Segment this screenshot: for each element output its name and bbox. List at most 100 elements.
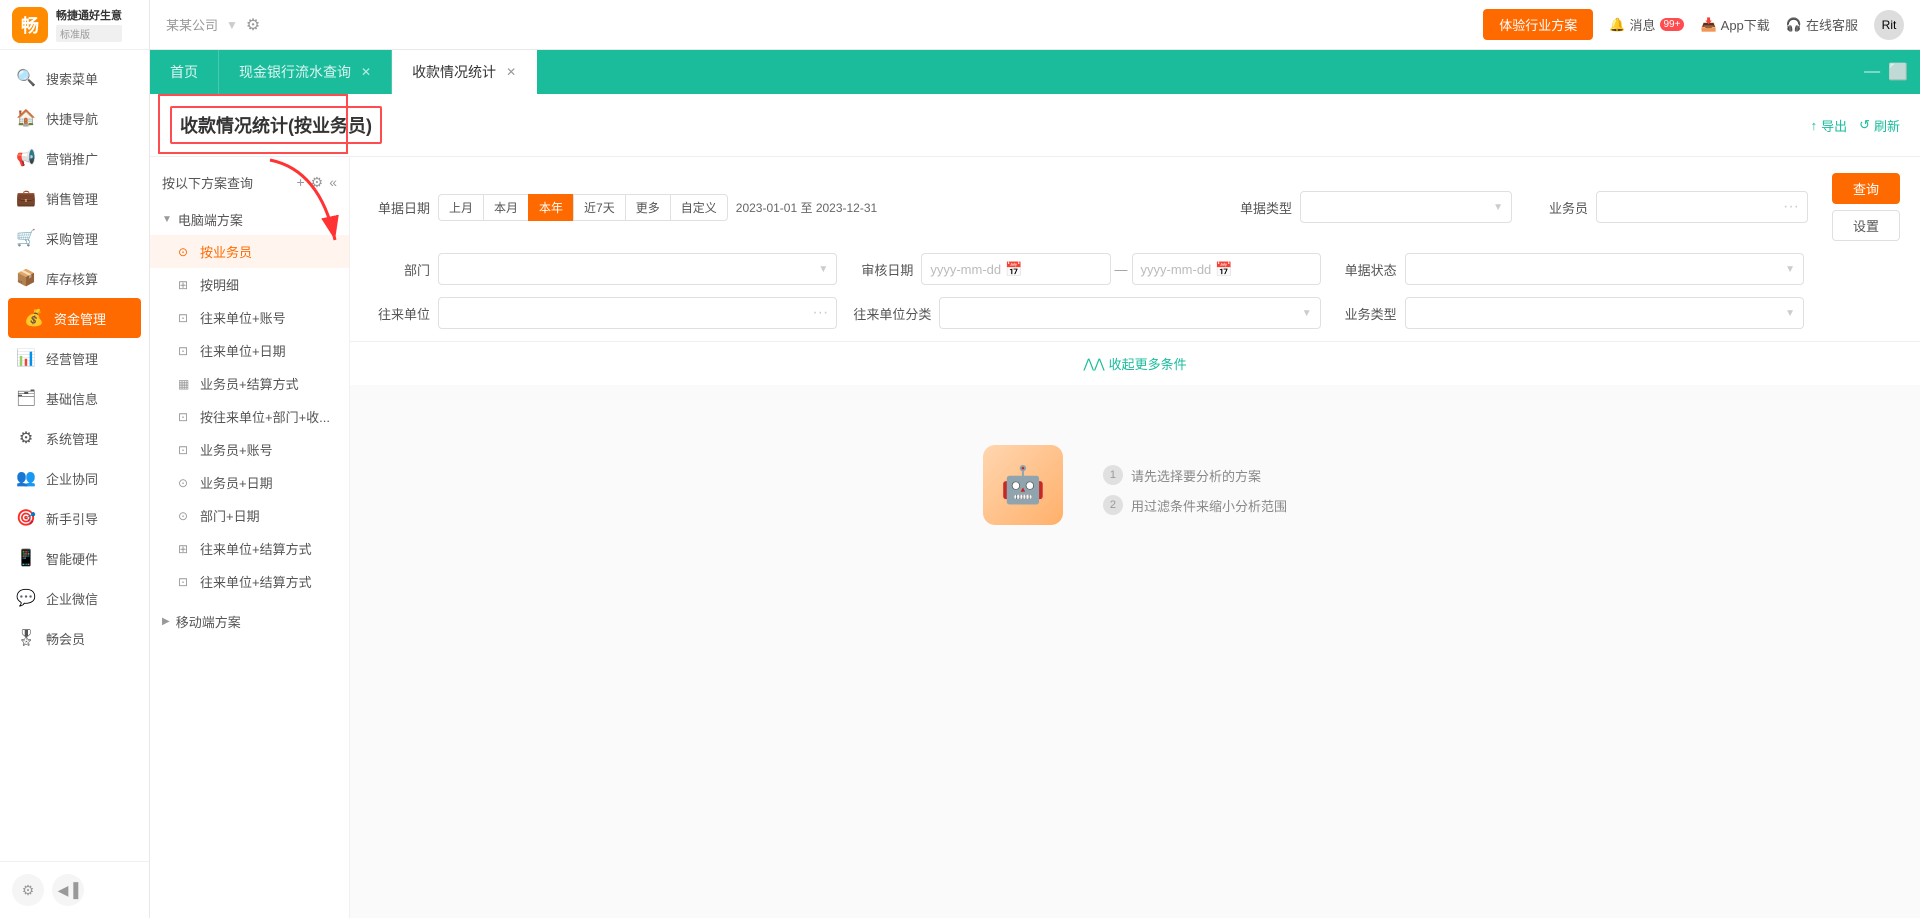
date-tab-7days[interactable]: 近7天 [573,194,625,221]
sidebar-item-search[interactable]: 🔍 搜索菜单 [0,58,149,98]
sidebar-item-finance[interactable]: 💰 资金管理 [8,298,141,338]
tab-collection-stats-close-icon[interactable]: ✕ [506,65,516,79]
tab-bank-flow-close-icon[interactable]: ✕ [361,65,371,79]
scheme-item-dept-date[interactable]: ⊙ 部门+日期 [150,499,349,532]
dept-label: 部门 [370,260,430,279]
notification-btn[interactable]: 🔔 消息 99+ [1609,15,1684,34]
app-download-btn[interactable]: 📥 App下载 [1700,15,1769,34]
partner-category-select[interactable]: ▼ [939,297,1320,329]
scheme-item-sp-account[interactable]: ⊡ 业务员+账号 [150,433,349,466]
sidebar-item-sales[interactable]: 💼 销售管理 [0,178,149,218]
sidebar-item-marketing[interactable]: 📢 营销推广 [0,138,149,178]
tab-maximize-icon[interactable]: ⬜ [1888,62,1908,82]
salesperson-input[interactable]: ··· [1596,191,1808,223]
trial-button[interactable]: 体验行业方案 [1483,9,1593,40]
date-tab-more[interactable]: 更多 [625,194,670,221]
scheme-settings-icon[interactable]: ⚙ [311,174,324,191]
scheme-item-salesperson-payment[interactable]: ▦ 业务员+结算方式 [150,367,349,400]
scheme-group-desktop-header[interactable]: ▼ 电脑端方案 [150,204,349,235]
home-icon: 🏠 [16,108,36,128]
review-date-start-input[interactable]: yyyy-mm-dd 📅 [921,253,1110,285]
scheme-item-label-partner-account: 往来单位+账号 [200,308,286,327]
settings-button[interactable]: 设置 [1832,210,1900,241]
query-button[interactable]: 查询 [1832,173,1900,204]
scheme-item-partner-date[interactable]: ⊡ 往来单位+日期 [150,334,349,367]
tab-actions: — ⬜ [1852,62,1920,82]
tab-collection-stats[interactable]: 收款情况统计 ✕ [392,50,537,94]
scheme-group-mobile-header[interactable]: ▶ 移动端方案 [150,606,349,637]
date-tab-this-month[interactable]: 本月 [483,194,528,221]
online-service-btn[interactable]: 🎧 在线客服 [1786,15,1858,34]
review-date-range: yyyy-mm-dd 📅 — yyyy-mm-dd 📅 [921,253,1320,285]
export-button[interactable]: ↑ 导出 [1811,116,1848,135]
header-settings-icon[interactable]: ⚙ [246,15,260,35]
scheme-item-partner-payment2[interactable]: ⊡ 往来单位+结算方式 [150,565,349,598]
tab-bank-flow[interactable]: 现金银行流水查询 ✕ [219,50,392,94]
scheme-add-icon[interactable]: + [296,174,304,191]
sidebar-item-wechat[interactable]: 💬 企业微信 [0,578,149,618]
sidebar-item-purchase[interactable]: 🛒 采购管理 [0,218,149,258]
sidebar-item-inventory[interactable]: 📦 库存核算 [0,258,149,298]
scheme-item-icon-partner-dept: ⊡ [178,410,194,424]
scheme-collapse-icon[interactable]: « [329,174,337,191]
collapse-more-bar[interactable]: ⋀⋀ 收起更多条件 [350,341,1920,385]
doc-type-field: 单据类型 ▼ [1232,191,1512,223]
dept-field: 部门 ▼ [370,253,837,285]
scheme-item-detail[interactable]: ⊞ 按明细 [150,268,349,301]
sidebar-item-member[interactable]: 🎖 畅会员 [0,618,149,658]
scheme-item-icon-partner-payment1: ⊞ [178,542,194,556]
sidebar-label-operations: 经营管理 [46,349,98,368]
tab-home[interactable]: 首页 [150,50,219,94]
sidebar-label-sales: 销售管理 [46,189,98,208]
scheme-group-mobile-label: 移动端方案 [176,612,241,631]
sidebar-item-guide[interactable]: 🎯 新手引导 [0,498,149,538]
refresh-button[interactable]: ↺ 刷新 [1859,116,1900,135]
dept-select[interactable]: ▼ [438,253,837,285]
sidebar-item-collab[interactable]: 👥 企业协同 [0,458,149,498]
scheme-item-label-partner-payment2: 往来单位+结算方式 [200,572,312,591]
scheme-item-partner-account[interactable]: ⊡ 往来单位+账号 [150,301,349,334]
sidebar-item-quick-nav[interactable]: 🏠 快捷导航 [0,98,149,138]
review-date-label: 审核日期 [853,260,913,279]
scheme-item-partner-payment1[interactable]: ⊞ 往来单位+结算方式 [150,532,349,565]
sidebar-item-hardware[interactable]: 📱 智能硬件 [0,538,149,578]
date-label: 单据日期 [370,198,430,217]
breadcrumb: 某某公司 [166,15,218,34]
review-date-end-value: yyyy-mm-dd [1141,262,1212,277]
scheme-header-actions: + ⚙ « [296,174,337,191]
scheme-item-salesperson[interactable]: ⊙ 按业务员 [150,235,349,268]
filter-section: 单据日期 上月 本月 本年 [350,157,1920,341]
tab-minimize-icon[interactable]: — [1864,63,1880,81]
sidebar-item-system[interactable]: ⚙ 系统管理 [0,418,149,458]
scheme-item-partner-dept[interactable]: ⊡ 按往来单位+部门+收... [150,400,349,433]
review-date-end-input[interactable]: yyyy-mm-dd 📅 [1132,253,1321,285]
scheme-header: 按以下方案查询 + ⚙ « [150,165,349,200]
sidebar-label-system: 系统管理 [46,429,98,448]
partner-input[interactable]: ··· [438,297,837,329]
doc-status-select[interactable]: ▼ [1405,253,1804,285]
sidebar-item-operations[interactable]: 📊 经营管理 [0,338,149,378]
partner-category-chevron-icon: ▼ [1302,308,1312,319]
doc-status-label: 单据状态 [1337,260,1397,279]
date-tab-custom[interactable]: 自定义 [670,194,728,221]
date-tab-this-year[interactable]: 本年 [528,194,573,221]
scheme-item-label-sp-date: 业务员+日期 [200,473,273,492]
user-name: Rit [1882,18,1897,32]
logo-badge: 标准版 [56,25,122,42]
date-tab-last-month[interactable]: 上月 [438,194,483,221]
sidebar-item-basic-info[interactable]: 🗂 基础信息 [0,378,149,418]
partner-more-icon[interactable]: ··· [812,304,828,322]
sidebar-label-search: 搜索菜单 [46,69,98,88]
step-2-text: 用过滤条件来缩小分析范围 [1131,496,1287,515]
sidebar-settings-btn[interactable]: ⚙ [12,874,44,906]
dept-chevron-icon: ▼ [818,264,828,275]
doc-type-select[interactable]: ▼ [1300,191,1512,223]
header-left: 某某公司 ▼ ⚙ [166,15,260,35]
sidebar-collapse-btn[interactable]: ◀▐ [52,874,84,906]
biz-type-select[interactable]: ▼ [1405,297,1804,329]
user-avatar[interactable]: Rit [1874,10,1904,40]
salesperson-more-icon[interactable]: ··· [1783,198,1799,216]
sidebar-label-basic-info: 基础信息 [46,389,98,408]
scheme-item-sp-date[interactable]: ⊙ 业务员+日期 [150,466,349,499]
page-title-bar: 收款情况统计(按业务员) ↑ 导出 ↺ 刷新 [150,94,1920,157]
